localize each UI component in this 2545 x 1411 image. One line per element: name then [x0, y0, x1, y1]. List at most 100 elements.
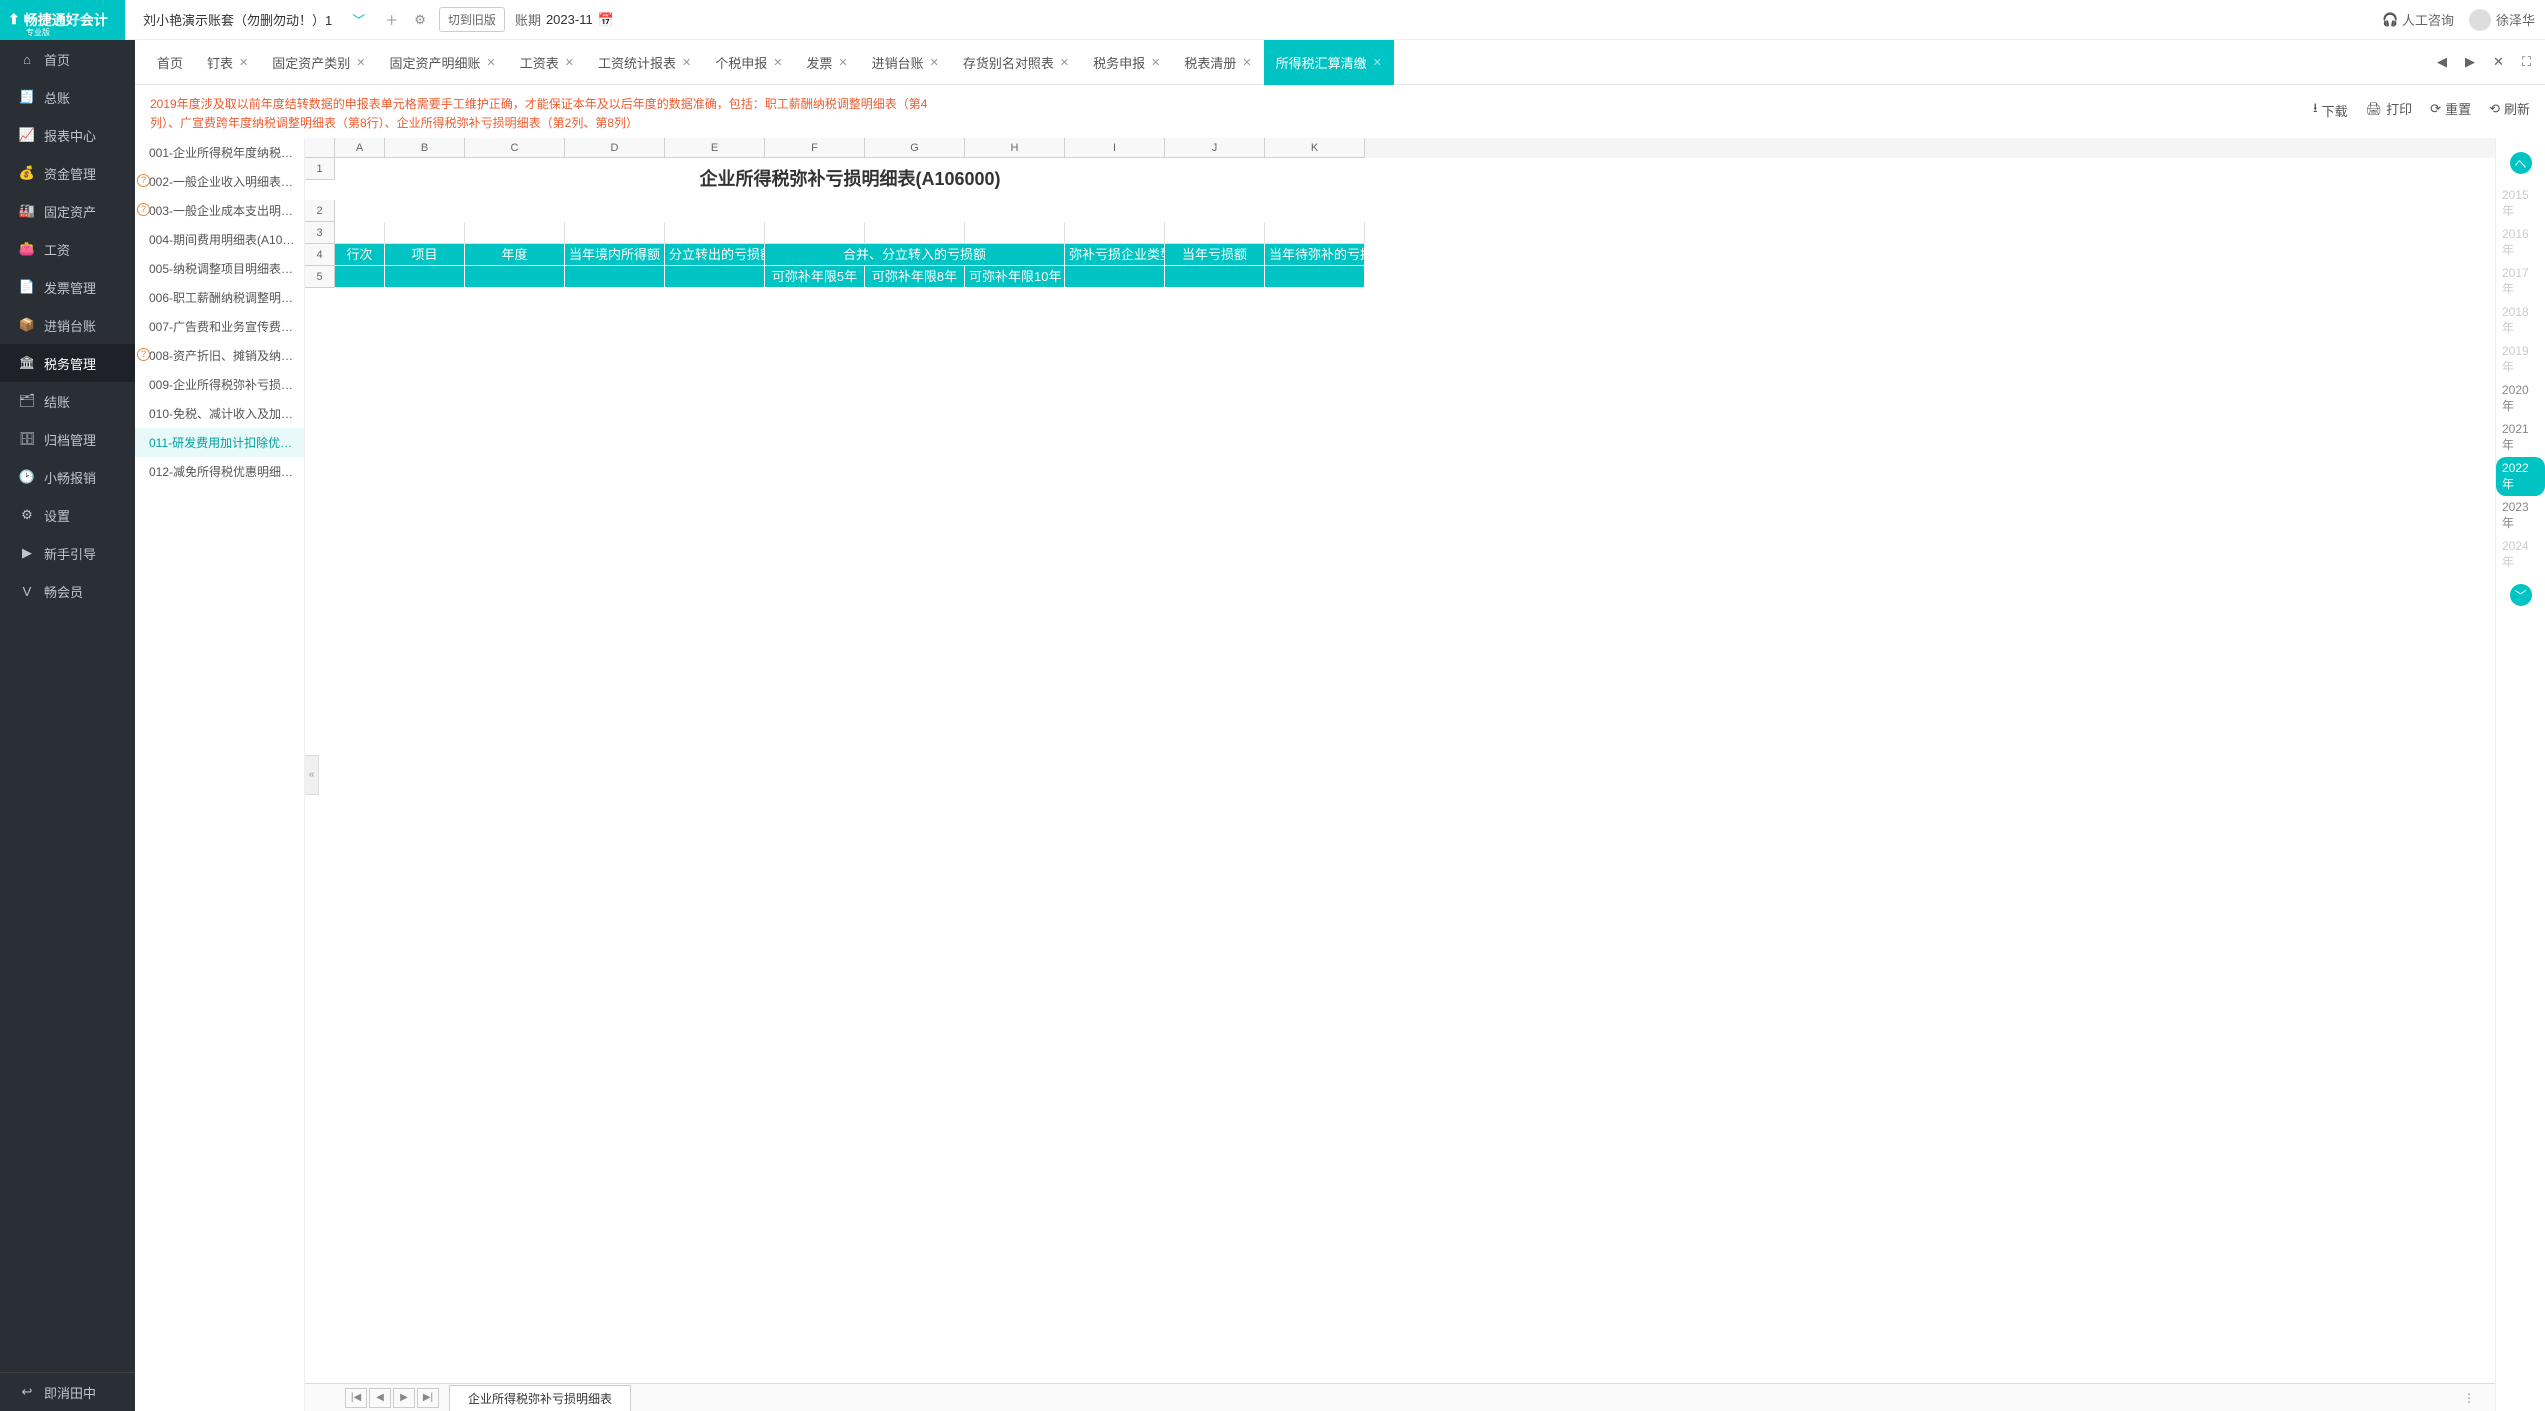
close-icon[interactable]: ✕ [487, 56, 496, 69]
cell[interactable] [1065, 222, 1165, 244]
sidebar-item-13[interactable]: ▶新手引导 [0, 534, 135, 572]
form-list-item-5[interactable]: 006-职工薪酬纳税调整明细... [135, 283, 304, 312]
tab-12[interactable]: 所得税汇算清缴✕ [1264, 40, 1394, 85]
form-list-item-9[interactable]: 010-免税、减计收入及加计... [135, 399, 304, 428]
sidebar-item-8[interactable]: 🏛税务管理 [0, 344, 135, 382]
form-list-item-11[interactable]: 012-减免所得税优惠明细表(... [135, 457, 304, 486]
form-list-item-2[interactable]: 003-一般企业成本支出明细... [135, 196, 304, 225]
tab-3[interactable]: 固定资产明细账✕ [377, 40, 507, 85]
year-up-icon[interactable]: へ [2510, 152, 2532, 174]
cell[interactable] [565, 222, 665, 244]
cell[interactable]: 当年境内所得额 [565, 244, 665, 266]
cell[interactable] [335, 266, 385, 288]
sheet-first-icon[interactable]: |◀ [345, 1388, 367, 1408]
cell[interactable]: 行次 [335, 244, 385, 266]
consult-button[interactable]: 🎧 人工咨询 [2382, 10, 2454, 29]
tab-1[interactable]: 钉表✕ [195, 40, 260, 85]
close-icon[interactable]: ✕ [1242, 56, 1251, 69]
tab-2[interactable]: 固定资产类别✕ [260, 40, 377, 85]
cell[interactable]: 合并、分立转入的亏损额 [765, 244, 1065, 266]
close-icon[interactable]: ✕ [1373, 56, 1382, 69]
spreadsheet[interactable]: ABCDEFGHIJK 1企业所得税弥补亏损明细表(A106000)234行次项… [305, 138, 2495, 1383]
cell[interactable] [665, 222, 765, 244]
close-icon[interactable]: ✕ [1060, 56, 1069, 69]
fullscreen-icon[interactable]: ⛶ [2518, 54, 2535, 70]
sidebar-item-3[interactable]: 💰资金管理 [0, 154, 135, 192]
year-8[interactable]: 2023年 [2496, 496, 2545, 535]
sidebar-item-12[interactable]: ⚙设置 [0, 496, 135, 534]
close-icon[interactable]: ✕ [682, 56, 691, 69]
calendar-icon[interactable]: 📅 [598, 12, 614, 28]
cell[interactable] [1165, 222, 1265, 244]
form-list-item-0[interactable]: 001-企业所得税年度纳税申... [135, 138, 304, 167]
cell[interactable] [335, 222, 385, 244]
account-name[interactable]: 刘小艳演示账套（勿删勿动！）1 [135, 10, 340, 29]
form-list-item-3[interactable]: 004-期间费用明细表(A1040... [135, 225, 304, 254]
sidebar-item-10[interactable]: 🗄归档管理 [0, 420, 135, 458]
sheet-more-icon[interactable]: ⋮ [2463, 1391, 2475, 1405]
tab-7[interactable]: 发票✕ [794, 40, 859, 85]
cell[interactable]: 当年亏损额 [1165, 244, 1265, 266]
form-list-item-6[interactable]: 007-广告费和业务宣传费跨... [135, 312, 304, 341]
tabs-close-all-icon[interactable]: ✕ [2489, 54, 2508, 70]
cell[interactable] [1065, 266, 1165, 288]
cell[interactable] [865, 222, 965, 244]
cell[interactable] [1265, 222, 1365, 244]
form-list-item-10[interactable]: 011-研发费用加计扣除优惠... [135, 428, 304, 457]
tabs-prev-icon[interactable]: ◀ [2433, 54, 2451, 70]
sidebar-item-6[interactable]: 📄发票管理 [0, 268, 135, 306]
sidebar-item-9[interactable]: 🗂结账 [0, 382, 135, 420]
sidebar-item-7[interactable]: 📦进销台账 [0, 306, 135, 344]
cell[interactable] [385, 222, 465, 244]
cell[interactable] [1265, 266, 1365, 288]
year-down-icon[interactable]: ﹀ [2510, 584, 2532, 606]
reset-button[interactable]: ⟳重置 [2430, 99, 2471, 118]
tab-6[interactable]: 个税申报✕ [703, 40, 794, 85]
sidebar-footer-item[interactable]: ↩ 即消田中 [0, 1373, 135, 1411]
sidebar-item-11[interactable]: 🕑小畅报销 [0, 458, 135, 496]
sheet-next-icon[interactable]: ▶ [393, 1388, 415, 1408]
tabs-next-icon[interactable]: ▶ [2461, 54, 2479, 70]
cell[interactable]: 项目 [385, 244, 465, 266]
cell[interactable]: 年度 [465, 244, 565, 266]
switch-old-button[interactable]: 切到旧版 [439, 7, 505, 32]
collapse-handle-icon[interactable]: « [305, 755, 319, 795]
tab-10[interactable]: 税务申报✕ [1081, 40, 1172, 85]
cell[interactable] [1165, 266, 1265, 288]
tab-4[interactable]: 工资表✕ [508, 40, 586, 85]
print-button[interactable]: 🖨打印 [2366, 99, 2413, 118]
add-icon[interactable]: ＋ [385, 10, 398, 29]
cell[interactable] [565, 266, 665, 288]
year-6[interactable]: 2021年 [2496, 418, 2545, 457]
close-icon[interactable]: ✕ [838, 56, 847, 69]
close-icon[interactable]: ✕ [565, 56, 574, 69]
download-button[interactable]: ⭳下载 [2313, 99, 2348, 121]
tab-5[interactable]: 工资统计报表✕ [586, 40, 703, 85]
cell[interactable] [665, 266, 765, 288]
sheet-prev-icon[interactable]: ◀ [369, 1388, 391, 1408]
form-list-item-4[interactable]: 005-纳税调整项目明细表(A1... [135, 254, 304, 283]
tab-11[interactable]: 税表清册✕ [1172, 40, 1263, 85]
form-list-item-7[interactable]: 008-资产折旧、摊销及纳税... [135, 341, 304, 370]
cell[interactable]: 弥补亏损企业类型 [1065, 244, 1165, 266]
cell[interactable]: 分立转出的亏损额 [665, 244, 765, 266]
sidebar-item-5[interactable]: 👛工资 [0, 230, 135, 268]
year-5[interactable]: 2020年 [2496, 379, 2545, 418]
sidebar-item-4[interactable]: 🏭固定资产 [0, 192, 135, 230]
sidebar-item-1[interactable]: 🧾总账 [0, 78, 135, 116]
close-icon[interactable]: ✕ [356, 56, 365, 69]
period-value[interactable]: 2023-11 [546, 12, 593, 27]
sidebar-item-14[interactable]: V畅会员 [0, 572, 135, 610]
tab-0[interactable]: 首页 [145, 40, 195, 85]
cell[interactable] [465, 222, 565, 244]
cell[interactable] [385, 266, 465, 288]
refresh-button[interactable]: ⟲刷新 [2489, 99, 2530, 118]
form-list-item-1[interactable]: 002-一般企业收入明细表(A1... [135, 167, 304, 196]
sheet-tab[interactable]: 企业所得税弥补亏损明细表 [449, 1385, 631, 1411]
year-7[interactable]: 2022年 [2496, 457, 2545, 496]
gear-icon[interactable]: ⚙ [414, 12, 426, 28]
sidebar-item-2[interactable]: 📈报表中心 [0, 116, 135, 154]
cell[interactable]: 当年待弥补的亏损额 [1265, 244, 1365, 266]
close-icon[interactable]: ✕ [773, 56, 782, 69]
close-icon[interactable]: ✕ [1151, 56, 1160, 69]
